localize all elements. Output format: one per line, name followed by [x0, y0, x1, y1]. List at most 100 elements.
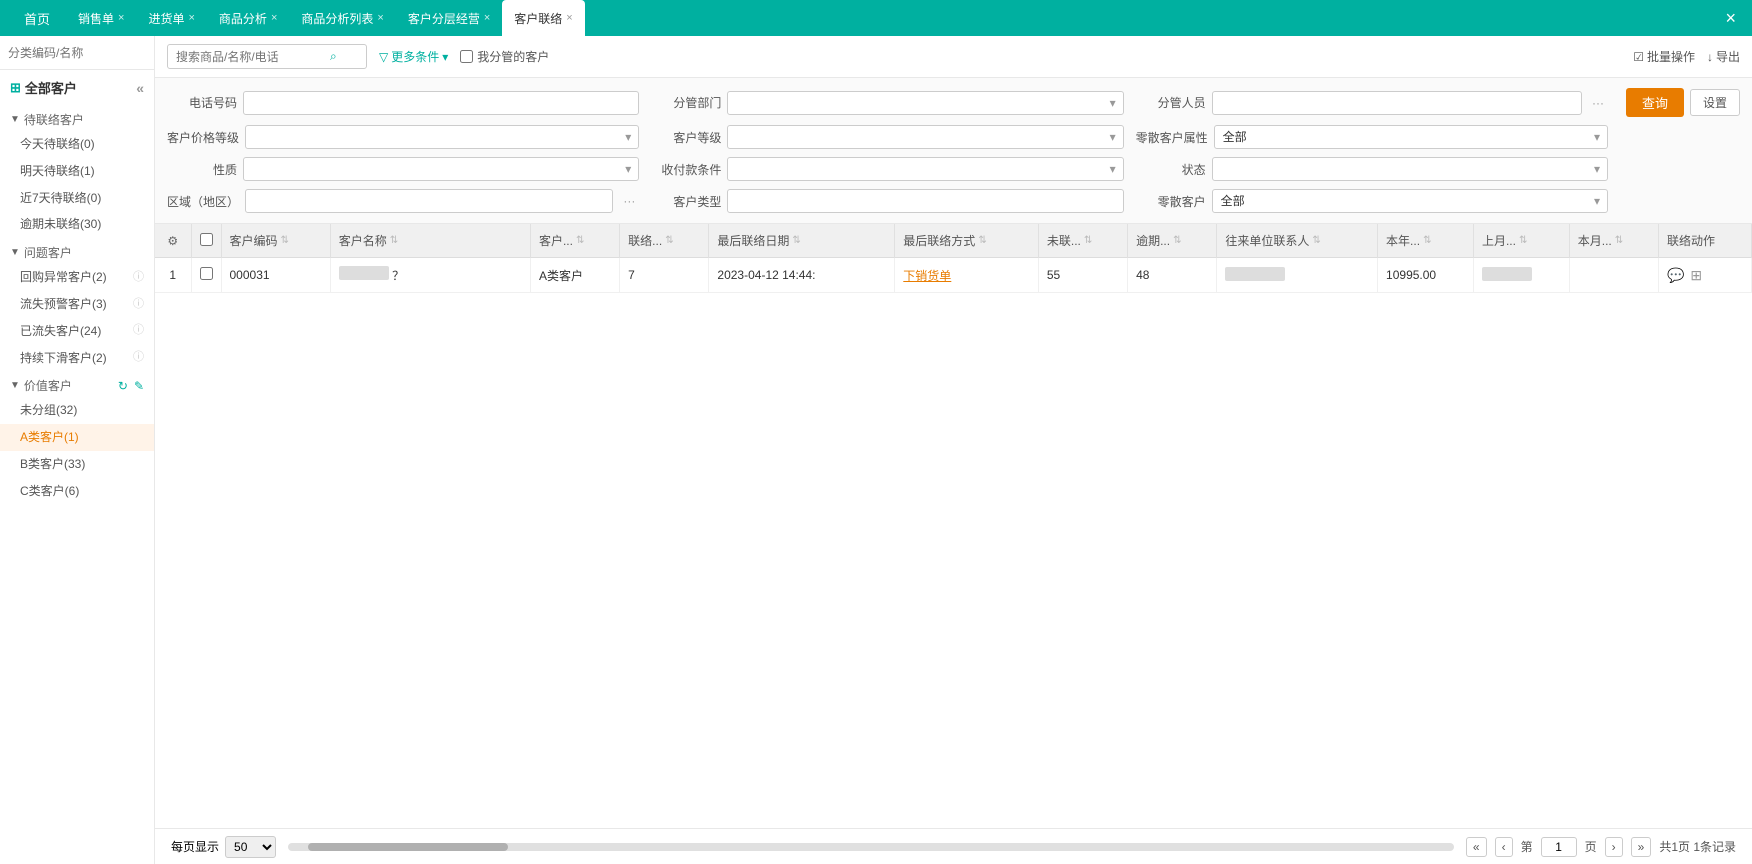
page-size-select[interactable]: 10 20 50 100	[225, 836, 276, 858]
region-dots-btn[interactable]: ···	[619, 194, 639, 208]
sidebar-item-c-class[interactable]: C类客户(6)	[0, 478, 154, 505]
filter-input-region[interactable]	[245, 189, 613, 213]
nav-tab-sales[interactable]: 销售单 ×	[66, 0, 136, 36]
filter-input-manager[interactable]	[1212, 91, 1582, 115]
sidebar-collapse-btn[interactable]: «	[136, 80, 144, 96]
nav-tab-purchase[interactable]: 进货单 ×	[136, 0, 206, 36]
sort-icon-unit-contact[interactable]: ⇅	[1312, 235, 1320, 246]
sidebar-item-tomorrow[interactable]: 明天待联络(1)	[0, 158, 154, 185]
last-page-btn[interactable]: »	[1631, 837, 1652, 857]
sidebar-group-pending-label: 待联络客户	[24, 111, 84, 128]
filter-select-retail[interactable]: 全部	[1212, 189, 1608, 213]
filter-select-cust-level[interactable]	[727, 125, 1123, 149]
filter-select-nature[interactable]	[243, 157, 639, 181]
sidebar-item-a-class[interactable]: A类客户(1)	[0, 424, 154, 451]
sort-icon-last-date[interactable]: ⇅	[792, 235, 800, 246]
unit-contact-blurred	[1225, 267, 1285, 281]
sidebar-group-pending: ▼ 待联络客户	[0, 105, 154, 131]
filter-input-cust-type[interactable]	[727, 189, 1123, 213]
sidebar-item-churn-warning[interactable]: 流失预警客户(3)ⓘ	[0, 291, 154, 318]
filter-input-phone[interactable]	[243, 91, 639, 115]
filter-select-nature-wrap	[243, 157, 639, 181]
col-label-last-method: 最后联络方式	[903, 232, 975, 249]
qr-icon[interactable]: ⊞	[1690, 267, 1702, 284]
nav-close-purchase[interactable]: ×	[188, 12, 194, 24]
sidebar-item-b-class[interactable]: B类客户(33)	[0, 451, 154, 478]
nav-tab-product-list[interactable]: 商品分析列表 ×	[289, 0, 395, 36]
edit-icon[interactable]: ✎	[134, 379, 144, 393]
sort-icon-this-month[interactable]: ⇅	[1615, 235, 1623, 246]
sidebar-search-input[interactable]	[8, 46, 163, 60]
nav-close-product-list[interactable]: ×	[377, 12, 383, 24]
sidebar-item-7days[interactable]: 近7天待联络(0)	[0, 185, 154, 212]
my-customers-filter[interactable]: 我分管的客户	[460, 48, 549, 65]
sort-icon-overdue[interactable]: ⇅	[1173, 235, 1181, 246]
sidebar-item-today[interactable]: 今天待联络(0)	[0, 131, 154, 158]
filter-label-status: 状态	[1136, 161, 1206, 178]
filter-cell-cust-type: 客户类型	[651, 189, 1135, 213]
batch-op-btn[interactable]: ☑ 批量操作	[1633, 48, 1695, 65]
col-label-contact: 联络...	[628, 232, 662, 249]
sidebar-item-lost[interactable]: 已流失客户(24)ⓘ	[0, 318, 154, 345]
next-page-btn[interactable]: ›	[1605, 837, 1623, 857]
th-gear[interactable]: ⚙	[155, 224, 191, 258]
setting-btn[interactable]: 设置	[1690, 89, 1740, 116]
nav-tab-customer-layer[interactable]: 客户分层经营 ×	[396, 0, 502, 36]
query-btn[interactable]: 查询	[1626, 88, 1684, 117]
sidebar-item-repurchase-abnormal[interactable]: 回购异常客户(2)ⓘ	[0, 264, 154, 291]
prev-page-btn[interactable]: ‹	[1495, 837, 1513, 857]
nav-close-all[interactable]: ×	[1717, 8, 1744, 29]
th-last-month: 上月... ⇅	[1473, 224, 1569, 258]
sort-icon-last-month[interactable]: ⇅	[1519, 235, 1527, 246]
sort-icon-code[interactable]: ⇅	[281, 235, 289, 246]
triangle-down-icon: ▼	[10, 114, 20, 125]
filter-select-payment[interactable]	[727, 157, 1123, 181]
sidebar-item-overdue[interactable]: 逾期未联络(30)	[0, 211, 154, 238]
my-customers-checkbox[interactable]	[460, 50, 473, 63]
sort-icon-type[interactable]: ⇅	[576, 235, 584, 246]
filter-search-icon: ⌕	[330, 49, 337, 64]
chat-icon[interactable]: 💬	[1667, 267, 1684, 284]
td-name: ？	[330, 258, 530, 293]
col-label-last-date: 最后联络日期	[717, 232, 789, 249]
nav-home[interactable]: 首页	[8, 0, 66, 36]
col-label-type: 客户...	[539, 232, 573, 249]
triangle-down-icon2: ▼	[10, 247, 20, 258]
refresh-icon[interactable]: ↻	[118, 379, 128, 393]
nav-tab-product-analysis[interactable]: 商品分析 ×	[207, 0, 289, 36]
gear-settings-icon[interactable]: ⚙	[167, 234, 178, 248]
filter-select-status[interactable]	[1212, 157, 1608, 181]
last-method-link[interactable]: 下销货单	[903, 269, 951, 283]
nav-close-customer-contact[interactable]: ×	[566, 12, 572, 24]
sort-icon-this-year[interactable]: ⇅	[1423, 235, 1431, 246]
nav-close-product-analysis[interactable]: ×	[271, 12, 277, 24]
filter-select-price[interactable]	[245, 125, 639, 149]
export-btn[interactable]: ↓ 导出	[1707, 48, 1740, 65]
sort-icon-un-contact[interactable]: ⇅	[1084, 235, 1092, 246]
sidebar-item-declining[interactable]: 持续下滑客户(2)ⓘ	[0, 345, 154, 372]
more-filters-btn[interactable]: ▽ 更多条件 ▾	[379, 48, 448, 65]
filter-search-input[interactable]	[176, 50, 326, 64]
filter-select-retail-attr[interactable]: 全部	[1214, 125, 1608, 149]
sort-icon-last-method[interactable]: ⇅	[978, 235, 986, 246]
th-unit-contact: 往来单位联系人 ⇅	[1217, 224, 1378, 258]
footer-scrollbar[interactable]	[288, 843, 1454, 851]
page-input[interactable]	[1541, 837, 1577, 857]
first-page-btn[interactable]: «	[1466, 837, 1487, 857]
sidebar-grid-icon: ⊞	[10, 80, 21, 96]
chevron-down-icon: ▾	[442, 50, 448, 64]
sort-icon-contact[interactable]: ⇅	[665, 235, 673, 246]
nav-tab-customer-contact[interactable]: 客户联络 ×	[502, 0, 584, 36]
sidebar-item-unclassified[interactable]: 未分组(32)	[0, 397, 154, 424]
select-all-checkbox[interactable]	[200, 233, 213, 246]
content-area: ⌕ ▽ 更多条件 ▾ 我分管的客户 ☑ 批量操作 ↓ 导出	[155, 36, 1752, 864]
row-checkbox[interactable]	[200, 267, 213, 280]
sidebar: ⌕ ⊞ 全部客户 « ▼ 待联络客户 今天待联络(0) 明天待联络(1) 近7天…	[0, 36, 155, 864]
sort-icon-name[interactable]: ⇅	[390, 235, 398, 246]
filter-select-dept[interactable]	[727, 91, 1123, 115]
batch-icon: ☑	[1633, 50, 1644, 64]
nav-close-customer-layer[interactable]: ×	[484, 12, 490, 24]
nav-close-sales[interactable]: ×	[118, 12, 124, 24]
manager-dots-btn[interactable]: ···	[1588, 96, 1608, 110]
sidebar-root-label[interactable]: 全部客户	[25, 78, 77, 97]
